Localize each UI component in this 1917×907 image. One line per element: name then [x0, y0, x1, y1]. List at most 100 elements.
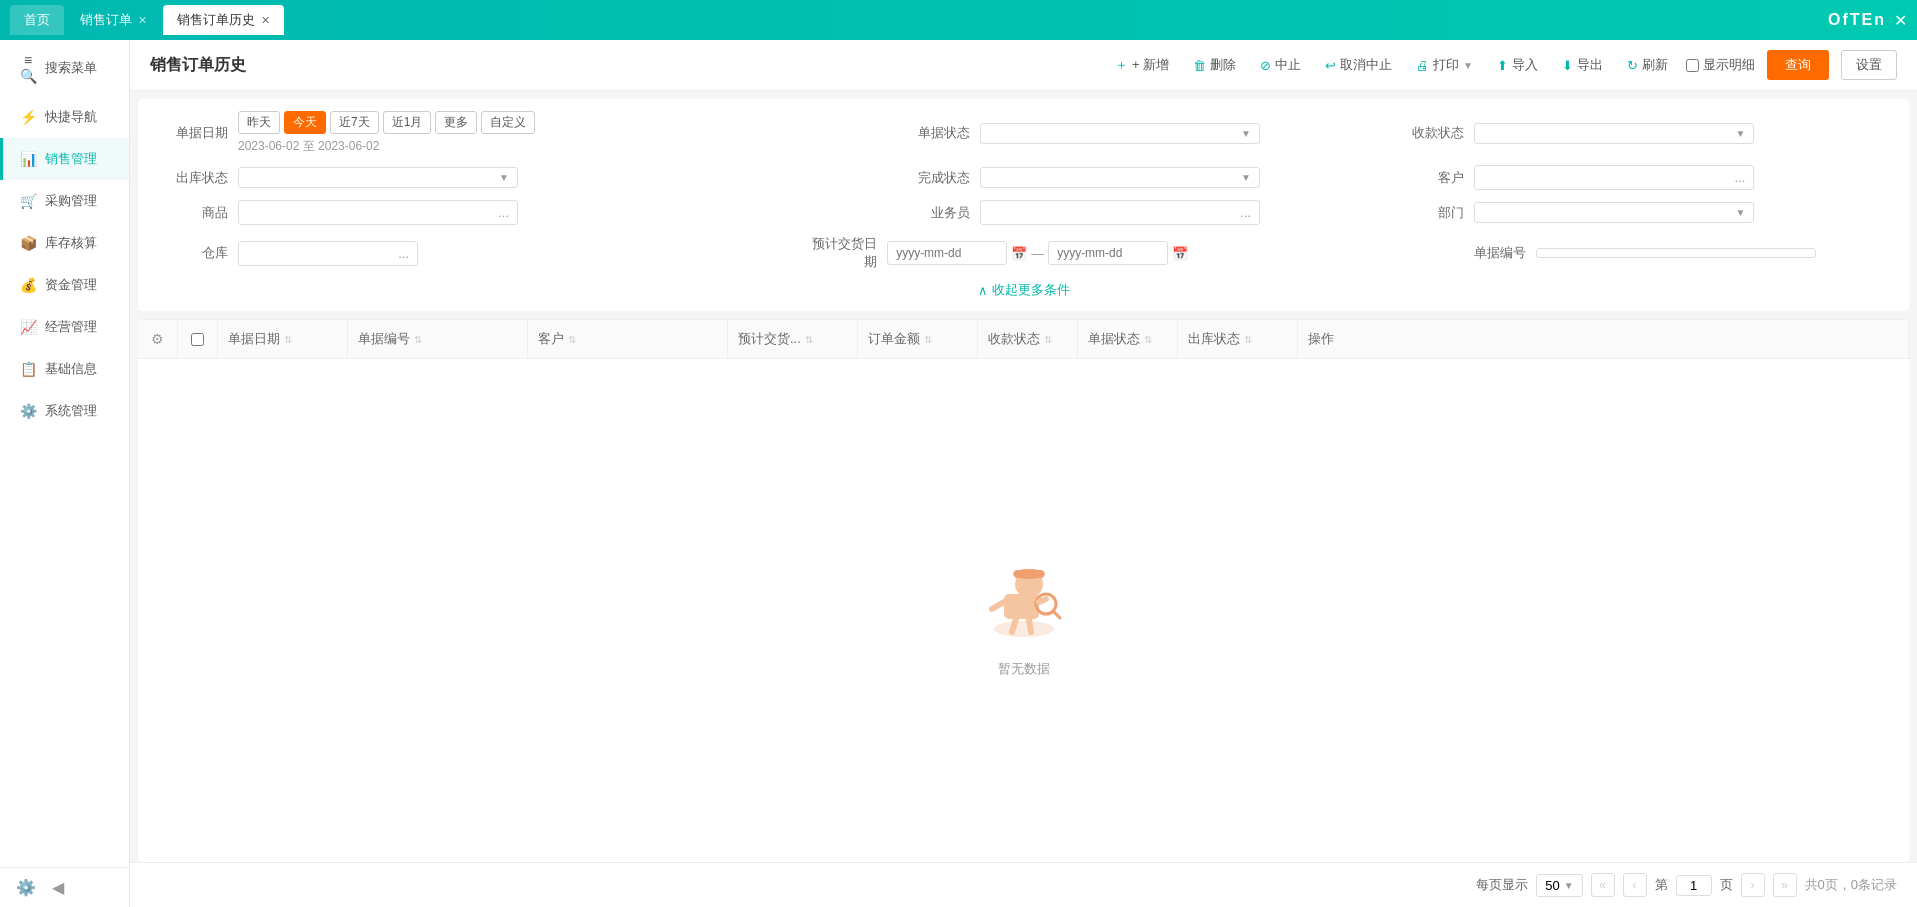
- out-status-select[interactable]: ▼: [238, 167, 518, 188]
- sidebar-item-base[interactable]: 📋 基础信息: [0, 348, 129, 390]
- svg-rect-1: [1004, 594, 1039, 619]
- print-button[interactable]: 🖨 打印 ▼: [1410, 52, 1479, 78]
- delete-icon: 🗑: [1193, 58, 1206, 73]
- th-out-status-sort[interactable]: ⇅: [1244, 334, 1252, 345]
- new-button[interactable]: ＋ + 新增: [1109, 52, 1175, 78]
- system-icon: ⚙️: [19, 403, 37, 419]
- prev-page-button[interactable]: ‹: [1623, 873, 1647, 897]
- delete-button[interactable]: 🗑 删除: [1187, 52, 1242, 78]
- filter-row-2: 出库状态 ▼ 完成状态 ▼ 客户: [158, 165, 1889, 190]
- page-prefix: 第: [1655, 876, 1668, 894]
- tab-sales-order-history[interactable]: 销售订单历史 ✕: [163, 5, 284, 35]
- complete-status-select[interactable]: ▼: [980, 167, 1260, 188]
- bill-no-input[interactable]: [1536, 248, 1816, 258]
- payment-status-select[interactable]: ▼: [1474, 123, 1754, 144]
- refresh-button[interactable]: ↻ 刷新: [1621, 52, 1674, 78]
- current-page-input[interactable]: [1676, 875, 1712, 896]
- date-custom-btn[interactable]: 自定义: [481, 111, 535, 134]
- warehouse-dots[interactable]: ...: [398, 246, 409, 261]
- filter-col-bill-no: 单据编号: [1456, 244, 1889, 262]
- collapse-more-label: 收起更多条件: [992, 281, 1070, 299]
- sidebar-collapse-icon[interactable]: ◀: [52, 878, 64, 897]
- search-menu-icon: ≡🔍: [19, 52, 37, 84]
- warehouse-select[interactable]: ...: [238, 241, 418, 266]
- filter-col-dept: 部门 ▼: [1394, 202, 1889, 223]
- th-num-sort[interactable]: ⇅: [414, 334, 422, 345]
- first-page-button[interactable]: «: [1591, 873, 1615, 897]
- query-button[interactable]: 查询: [1767, 50, 1829, 80]
- tab-home[interactable]: 首页: [10, 5, 64, 35]
- last-page-button[interactable]: »: [1773, 873, 1797, 897]
- th-bill-status-sort[interactable]: ⇅: [1144, 334, 1152, 345]
- date-7days-btn[interactable]: 近7天: [330, 111, 379, 134]
- per-page-select[interactable]: 50 ▼: [1536, 874, 1582, 897]
- salesperson-dots[interactable]: ...: [1240, 205, 1251, 220]
- sidebar-item-purchase[interactable]: 🛒 采购管理: [0, 180, 129, 222]
- tab-sales-order[interactable]: 销售订单 ✕: [66, 5, 161, 35]
- collapse-more-button[interactable]: ∧ 收起更多条件: [158, 281, 1889, 299]
- sidebar-item-inventory-label: 库存核算: [45, 234, 97, 252]
- sidebar-item-search-menu[interactable]: ≡🔍 搜索菜单: [0, 40, 129, 96]
- th-delivery-sort[interactable]: ⇅: [805, 334, 813, 345]
- per-page-label: 每页显示: [1476, 876, 1528, 894]
- date-quick-buttons: 昨天 今天 近7天 近1月 更多 自定义: [238, 111, 535, 134]
- date-label: 单据日期: [158, 124, 238, 142]
- tab-sales-order-history-close[interactable]: ✕: [261, 14, 270, 27]
- date-1month-btn[interactable]: 近1月: [383, 111, 432, 134]
- sidebar-item-quick-nav[interactable]: ⚡ 快捷导航: [0, 96, 129, 138]
- date-more-btn[interactable]: 更多: [435, 111, 477, 134]
- bill-status-select[interactable]: ▼: [980, 123, 1260, 144]
- salesperson-select[interactable]: ...: [980, 200, 1260, 225]
- th-customer-sort[interactable]: ⇅: [568, 334, 576, 345]
- th-amount-sort[interactable]: ⇅: [924, 334, 932, 345]
- import-button[interactable]: ⬆ 导入: [1491, 52, 1544, 78]
- page-suffix: 页: [1720, 876, 1733, 894]
- sidebar-item-finance[interactable]: 💰 资金管理: [0, 264, 129, 306]
- sidebar-item-inventory[interactable]: 📦 库存核算: [0, 222, 129, 264]
- payment-status-label: 收款状态: [1394, 124, 1474, 142]
- th-gear[interactable]: ⚙: [138, 320, 178, 358]
- filter-row-1: 单据日期 昨天 今天 近7天 近1月 更多 自定义 2023-06-02 至 2…: [158, 111, 1889, 155]
- delete-label: 删除: [1210, 56, 1236, 74]
- delivery-date-end-input[interactable]: [1048, 241, 1168, 265]
- th-bill-status: 单据状态 ⇅: [1078, 320, 1178, 358]
- window-close-button[interactable]: ✕: [1894, 11, 1907, 30]
- th-num-label: 单据编号: [358, 330, 410, 348]
- sidebar-item-operations[interactable]: 📈 经营管理: [0, 306, 129, 348]
- print-label: 打印: [1433, 56, 1459, 74]
- display-details-checkbox[interactable]: [1686, 59, 1699, 72]
- export-label: 导出: [1577, 56, 1603, 74]
- inventory-icon: 📦: [19, 235, 37, 251]
- delivery-date-start-calendar-icon[interactable]: 📅: [1011, 246, 1027, 261]
- select-all-checkbox[interactable]: [191, 333, 204, 346]
- customer-select[interactable]: ...: [1474, 165, 1754, 190]
- dept-select[interactable]: ▼: [1474, 202, 1754, 223]
- th-date-sort[interactable]: ⇅: [284, 334, 292, 345]
- tab-sales-order-close[interactable]: ✕: [138, 14, 147, 27]
- customer-dots[interactable]: ...: [1735, 170, 1746, 185]
- product-dots[interactable]: ...: [498, 205, 509, 220]
- date-today-btn[interactable]: 今天: [284, 111, 326, 134]
- settings-button[interactable]: 设置: [1841, 50, 1897, 80]
- date-yesterday-btn[interactable]: 昨天: [238, 111, 280, 134]
- product-select[interactable]: ...: [238, 200, 518, 225]
- sidebar-item-system[interactable]: ⚙️ 系统管理: [0, 390, 129, 432]
- display-details-checkbox-label: 显示明细: [1686, 56, 1755, 74]
- th-pay-status-sort[interactable]: ⇅: [1044, 334, 1052, 345]
- sidebar-item-sales[interactable]: 📊 销售管理: [0, 138, 129, 180]
- th-date-label: 单据日期: [228, 330, 280, 348]
- svg-point-0: [994, 621, 1054, 637]
- refresh-icon: ↻: [1627, 58, 1638, 73]
- cancel-stop-button[interactable]: ↩ 取消中止: [1319, 52, 1398, 78]
- delivery-date-start-input[interactable]: [887, 241, 1007, 265]
- th-customer-label: 客户: [538, 330, 564, 348]
- bill-status-chevron: ▼: [1241, 128, 1251, 139]
- filter-row-3: 商品 ... 业务员 ... 部门: [158, 200, 1889, 225]
- th-amount-label: 订单金额: [868, 330, 920, 348]
- stop-button[interactable]: ⊘ 中止: [1254, 52, 1307, 78]
- export-button[interactable]: ⬇ 导出: [1556, 52, 1609, 78]
- next-page-button[interactable]: ›: [1741, 873, 1765, 897]
- complete-status-chevron: ▼: [1241, 172, 1251, 183]
- delivery-date-end-calendar-icon[interactable]: 📅: [1172, 246, 1188, 261]
- sidebar-settings-icon[interactable]: ⚙️: [16, 878, 36, 897]
